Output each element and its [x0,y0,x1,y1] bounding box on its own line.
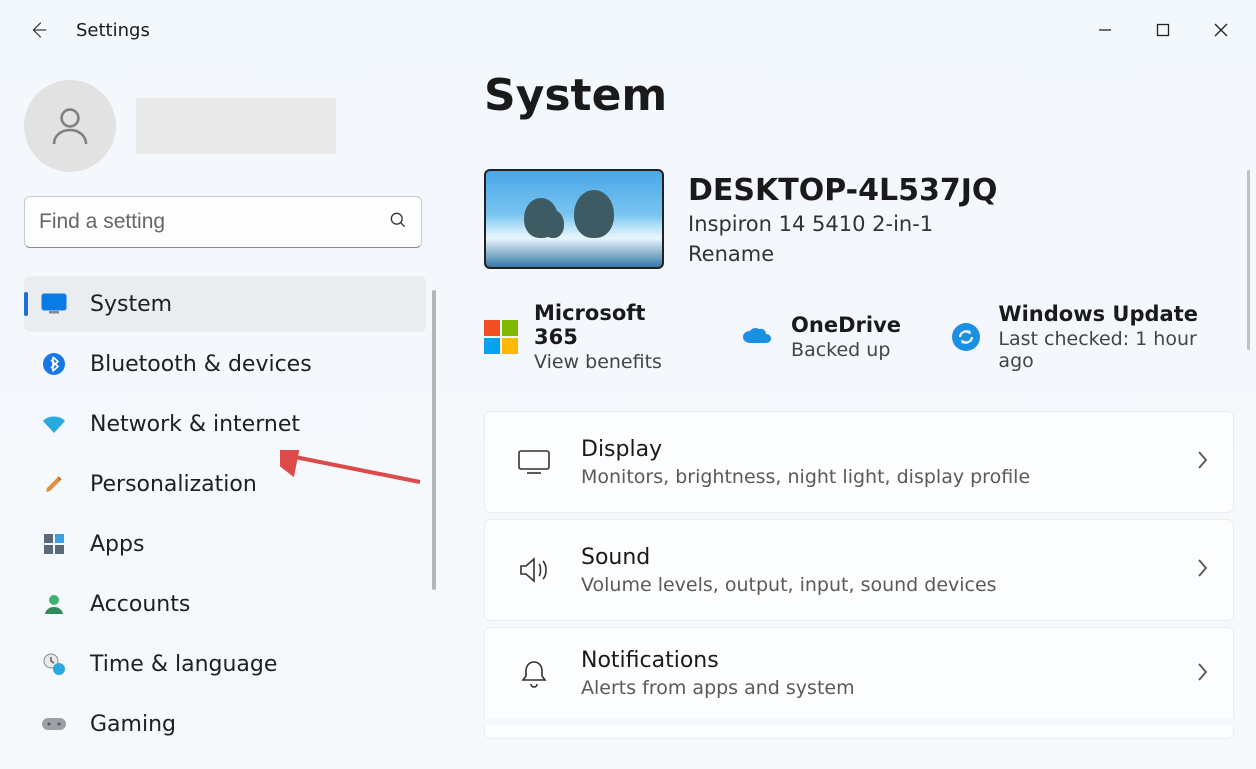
sidebar-item-label: System [90,292,172,317]
titlebar: Settings [0,0,1256,60]
window-controls [1076,10,1250,50]
minimize-icon [1098,23,1112,37]
display-icon [515,443,553,481]
search-icon [388,210,408,234]
card-sub: Alerts from apps and system [581,677,855,699]
arrow-left-icon [27,19,49,41]
search-container [24,196,422,248]
rename-link[interactable]: Rename [688,242,774,266]
monitor-icon [40,290,68,318]
card-sound[interactable]: Sound Volume levels, output, input, soun… [484,519,1234,621]
card-title: Sound [581,545,997,570]
chevron-right-icon [1195,449,1209,475]
speaker-icon [515,551,553,589]
card-sub: Volume levels, output, input, sound devi… [581,574,997,596]
card-title: Display [581,437,1030,462]
status-microsoft365[interactable]: Microsoft 365 View benefits [484,301,693,373]
settings-card-list: Display Monitors, brightness, night ligh… [484,411,1234,739]
profile-block[interactable] [24,80,434,172]
sidebar-item-label: Bluetooth & devices [90,352,312,377]
back-button[interactable] [18,10,58,50]
status-title: Windows Update [998,302,1234,326]
sidebar-item-network[interactable]: Network & internet [24,396,426,452]
wifi-icon [40,410,68,438]
minimize-button[interactable] [1076,10,1134,50]
apps-icon [40,530,68,558]
chevron-right-icon [1195,661,1209,687]
status-sub: Last checked: 1 hour ago [998,328,1234,372]
close-icon [1214,23,1228,37]
bluetooth-icon [40,350,68,378]
status-sub: Backed up [791,339,901,361]
person-icon [46,102,94,150]
status-onedrive[interactable]: OneDrive Backed up [741,301,901,373]
card-sub: Monitors, brightness, night light, displ… [581,466,1030,488]
card-partial-next[interactable] [484,725,1234,739]
page-title: System [484,70,1234,121]
paintbrush-icon [40,470,68,498]
sidebar-item-label: Apps [90,532,144,557]
status-row: Microsoft 365 View benefits OneDrive Bac… [484,301,1234,373]
close-button[interactable] [1192,10,1250,50]
profile-name-redacted [136,98,336,154]
device-name: DESKTOP-4L537JQ [688,173,997,208]
status-title: Microsoft 365 [534,301,693,349]
sidebar-item-time-language[interactable]: Time & language [24,636,426,692]
clock-globe-icon [40,650,68,678]
sidebar-item-label: Time & language [90,652,277,677]
bell-icon [515,655,553,693]
user-icon [40,590,68,618]
sidebar-item-label: Network & internet [90,412,300,437]
chevron-right-icon [1195,557,1209,583]
status-sub: View benefits [534,351,693,373]
maximize-icon [1156,23,1170,37]
sidebar-item-label: Personalization [90,472,257,497]
sidebar-item-apps[interactable]: Apps [24,516,426,572]
sidebar-item-label: Gaming [90,712,176,737]
update-sync-icon [949,320,982,354]
search-input[interactable] [24,196,422,248]
sidebar-item-system[interactable]: System [24,276,426,332]
main-content: System DESKTOP-4L537JQ Inspiron 14 5410 … [444,60,1256,769]
status-windows-update[interactable]: Windows Update Last checked: 1 hour ago [949,301,1234,373]
device-model: Inspiron 14 5410 2-in-1 [688,212,997,236]
sidebar-item-gaming[interactable]: Gaming [24,696,426,752]
avatar [24,80,116,172]
status-title: OneDrive [791,313,901,337]
device-summary: DESKTOP-4L537JQ Inspiron 14 5410 2-in-1 … [484,169,1234,269]
sidebar-item-label: Accounts [90,592,190,617]
card-notifications[interactable]: Notifications Alerts from apps and syste… [484,627,1234,719]
main-scrollbar[interactable] [1247,170,1250,350]
microsoft-logo-icon [484,320,518,354]
maximize-button[interactable] [1134,10,1192,50]
device-wallpaper-thumb[interactable] [484,169,664,269]
gamepad-icon [40,710,68,738]
sidebar-item-personalization[interactable]: Personalization [24,456,426,512]
sidebar: System Bluetooth & devices Network & int… [0,60,444,769]
sidebar-item-bluetooth[interactable]: Bluetooth & devices [24,336,426,392]
sidebar-nav: System Bluetooth & devices Network & int… [24,276,426,752]
onedrive-icon [741,320,775,354]
sidebar-item-accounts[interactable]: Accounts [24,576,426,632]
card-display[interactable]: Display Monitors, brightness, night ligh… [484,411,1234,513]
sidebar-scrollbar[interactable] [432,290,436,590]
card-title: Notifications [581,648,855,673]
app-title: Settings [76,20,150,41]
